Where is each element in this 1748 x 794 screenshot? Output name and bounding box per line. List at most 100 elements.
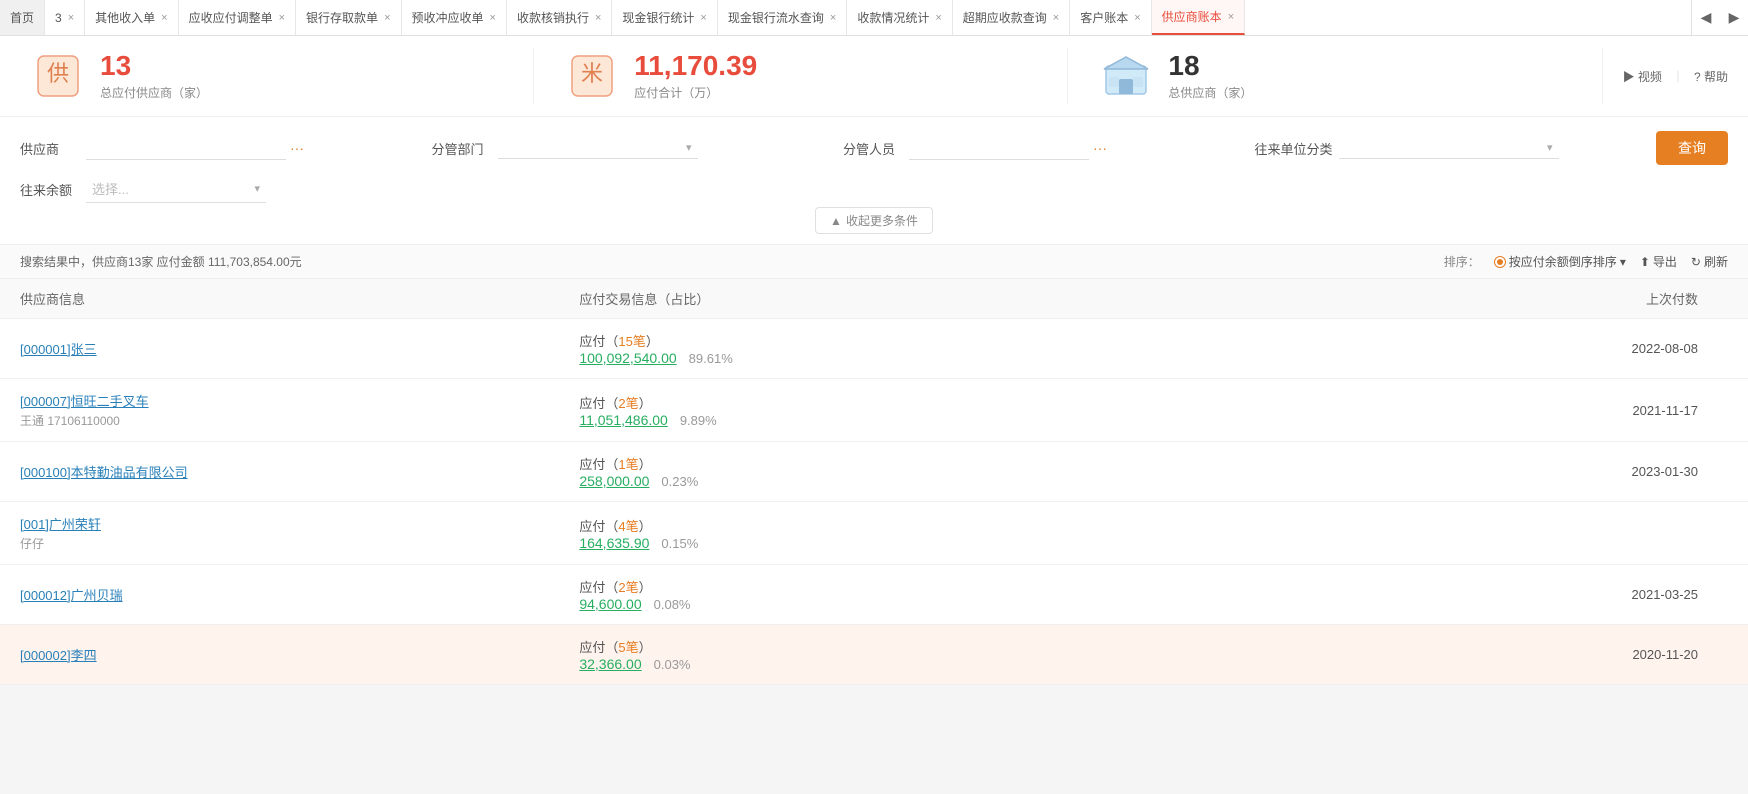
person-ellipsis-btn[interactable]: ··· [1093,140,1107,156]
refresh-button[interactable]: ↻ 刷新 [1691,253,1728,270]
help-link[interactable]: ? 帮助 [1694,68,1728,85]
sort-area: 排序： 按应付余额倒序排序 ▾ ⬆ 导出 ↻ 刷新 [1444,253,1728,270]
transaction-percent: 0.23% [661,474,698,489]
person-filter-label: 分管人员 [843,139,903,158]
query-button[interactable]: 查询 [1656,131,1728,165]
nav-tab-cash-bank-stats[interactable]: 现金银行统计× [612,0,717,35]
balance-filter-label: 往来余额 [20,180,80,199]
category-chevron-down-icon: ▾ [1547,141,1553,154]
nav-tab-overdue-ar[interactable]: 超期应收款查询× [953,0,1070,35]
transaction-info-cell: 应付（1笔）258,000.00 0.23% [579,454,1250,489]
close-tab-tab3-icon[interactable]: × [68,12,74,24]
nav-tab-cash-bank-flow[interactable]: 现金银行流水查询× [718,0,847,35]
transaction-amount-link[interactable]: 100,092,540.00 [579,350,676,366]
supplier-contact: 仔仔 [20,535,579,552]
filter-dept: 分管部门 ▾ [432,137,814,159]
last-pay-cell: 2022-08-08 [1251,341,1728,356]
transaction-percent: 9.89% [680,413,717,428]
nav-tab-collection-verify[interactable]: 收款核销执行× [507,0,612,35]
close-tab-other-income-icon[interactable]: × [161,12,167,24]
supplier-name-link[interactable]: [000100]本特勤油品有限公司 [20,462,579,481]
transaction-amount-link[interactable]: 32,366.00 [579,656,641,672]
help-icon: ? [1694,70,1701,84]
total-ap-amount-value: 11,170.39 [634,51,757,82]
close-tab-prepay-offset-icon[interactable]: × [490,12,496,24]
stat-total-suppliers: 18 总供应商（家） [1068,48,1602,104]
total-ap-suppliers-value: 13 [100,51,208,82]
supplier-name-link[interactable]: [000012]广州贝瑞 [20,585,579,604]
nav-tab-other-income[interactable]: 其他收入单× [85,0,178,35]
transaction-percent: 0.03% [654,657,691,672]
nav-tab-prepay-offset[interactable]: 预收冲应收单× [402,0,507,35]
close-tab-ar-ap-adjust-icon[interactable]: × [279,12,285,24]
video-icon: ▶ [1623,70,1635,84]
supplier-filter-label: 供应商 [20,139,80,158]
transaction-label: 应付（2笔） [579,577,1250,596]
supplier-info-cell: [001]广州荣轩仔仔 [20,514,579,552]
stat-ap-amount: 米 11,170.39 应付合计（万） [534,48,1068,104]
nav-tab-home[interactable]: 首页 [0,0,45,35]
close-tab-supplier-ledger-icon[interactable]: × [1228,11,1234,23]
transaction-amount-link[interactable]: 164,635.90 [579,535,649,551]
filter-balance: 往来余额 选择... ▾ [20,175,1728,203]
table-area: 供应商信息 应付交易信息（占比） 上次付数 [000001]张三应付（15笔）1… [0,279,1748,685]
close-tab-collection-stats-icon[interactable]: × [935,12,941,24]
nav-arrow-right[interactable]: ▶ [1720,0,1748,36]
last-pay-cell: 2023-01-30 [1251,464,1728,479]
nav-tab-ar-ap-adjust[interactable]: 应收应付调整单× [179,0,296,35]
dept-filter-label: 分管部门 [432,139,492,158]
supplier-name-link[interactable]: [000007]恒旺二手叉车 [20,391,579,410]
transaction-info-cell: 应付（2笔）11,051,486.009.89% [579,393,1250,428]
table-row: [000012]广州贝瑞应付（2笔）94,600.000.08%2021-03-… [0,565,1748,625]
col-header-transaction: 应付交易信息（占比） [579,289,1250,308]
nav-arrows: ◀ ▶ [1691,0,1748,36]
dept-filter-select[interactable]: ▾ [498,137,698,159]
sort-option-ap-desc[interactable]: 按应付余额倒序排序 ▾ [1494,253,1626,270]
total-suppliers-value: 18 [1168,51,1252,82]
supplier-name-link[interactable]: [000002]李四 [20,645,579,664]
transaction-percent: 89.61% [689,351,733,366]
filter-category: 往来单位分类 ▾ [1255,137,1637,159]
transaction-percent: 0.08% [654,597,691,612]
nav-arrow-left[interactable]: ◀ [1692,0,1720,36]
transaction-amount-link[interactable]: 258,000.00 [579,473,649,489]
svg-text:米: 米 [581,61,603,86]
transaction-label: 应付（5笔） [579,637,1250,656]
supplier-name-link[interactable]: [000001]张三 [20,339,579,358]
table-row: [000001]张三应付（15笔）100,092,540.0089.61%202… [0,319,1748,379]
nav-tab-collection-stats[interactable]: 收款情况统计× [847,0,952,35]
transaction-info-cell: 应付（2笔）94,600.00 0.08% [579,577,1250,612]
balance-filter-select[interactable]: 选择... ▾ [86,175,266,203]
collapse-chevron-up-icon: ▲ [830,214,842,228]
transaction-percent: 0.15% [661,536,698,551]
person-filter-input[interactable] [909,136,1089,160]
table-row: [000100]本特勤油品有限公司应付（1笔）258,000.00 0.23% 20… [0,442,1748,502]
nav-tab-bank-deposit[interactable]: 银行存取款单× [296,0,401,35]
close-tab-cash-bank-flow-icon[interactable]: × [830,12,836,24]
close-tab-bank-deposit-icon[interactable]: × [384,12,390,24]
close-tab-overdue-ar-icon[interactable]: × [1053,12,1059,24]
collapse-btn[interactable]: ▲ 收起更多条件 [815,207,933,234]
transaction-amount-link[interactable]: 11,051,486.00 [579,412,668,428]
export-button[interactable]: ⬆ 导出 [1640,253,1677,270]
supplier-ellipsis-btn[interactable]: ··· [290,140,304,156]
nav-tab-customer-ledger[interactable]: 客户账本× [1070,0,1151,35]
supplier-name-link[interactable]: [001]广州荣轩 [20,514,579,533]
close-tab-cash-bank-stats-icon[interactable]: × [700,12,706,24]
transaction-amount-link[interactable]: 94,600.00 [579,596,641,612]
category-filter-select[interactable]: ▾ [1339,137,1559,159]
total-suppliers-label: 总供应商（家） [1168,84,1252,101]
table-body: [000001]张三应付（15笔）100,092,540.0089.61%202… [0,319,1748,685]
filter-row-2: 往来余额 选择... ▾ [20,175,1728,203]
supplier-filter-input[interactable] [86,136,286,160]
top-navigation: 首页3×其他收入单×应收应付调整单×银行存取款单×预收冲应收单×收款核销执行×现… [0,0,1748,36]
stats-row: 供 13 总应付供应商（家） 米 11,170.39 应付合计（万） [0,36,1748,117]
transaction-label: 应付（1笔） [579,454,1250,473]
nav-tab-tab3[interactable]: 3× [45,0,85,35]
video-link[interactable]: ▶ 视频 [1623,68,1662,85]
transaction-label: 应付（4笔） [579,516,1250,535]
close-tab-collection-verify-icon[interactable]: × [595,12,601,24]
close-tab-customer-ledger-icon[interactable]: × [1134,12,1140,24]
nav-tab-supplier-ledger[interactable]: 供应商账本× [1152,0,1245,35]
transaction-info-cell: 应付（5笔）32,366.00 0.03% [579,637,1250,672]
